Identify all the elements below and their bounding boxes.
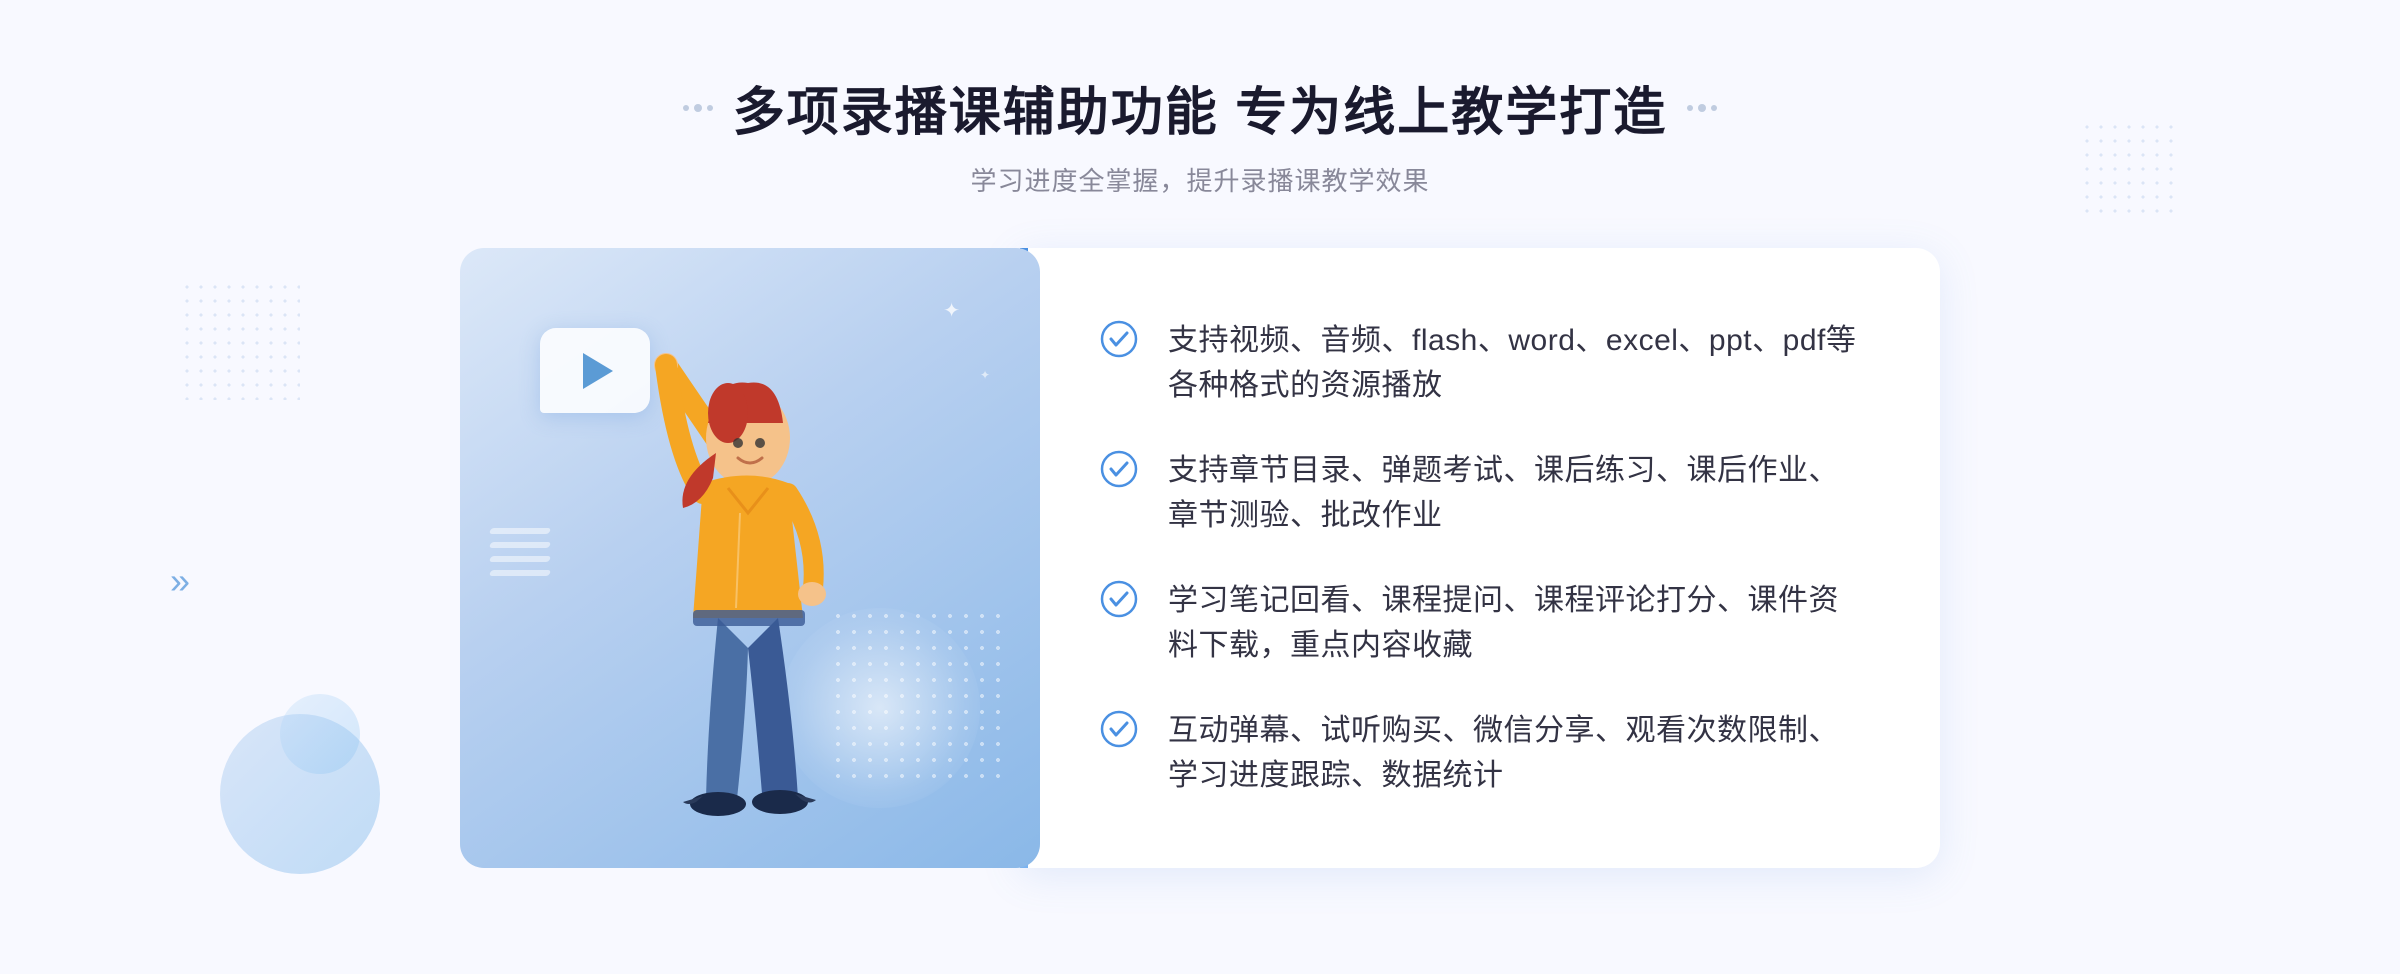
dots-decoration-right: [2080, 120, 2180, 220]
dot-1: [683, 105, 689, 111]
header-dot-group-right: [1687, 104, 1717, 112]
dot-5: [1698, 104, 1706, 112]
header-decorators: 多项录播课辅助功能 专为线上教学打造: [683, 70, 1717, 145]
check-icon-4: [1100, 710, 1138, 748]
header-section: 多项录播课辅助功能 专为线上教学打造 学习进度全掌握，提升录播课教学效果: [683, 70, 1717, 198]
check-icon-1: [1100, 320, 1138, 358]
star-decoration-1: ✦: [943, 298, 960, 323]
illustration-card: ✦ ✦: [460, 248, 1040, 868]
check-icon-2: [1100, 450, 1138, 488]
page-title: 多项录播课辅助功能 专为线上教学打造: [733, 70, 1667, 145]
main-content: ✦ ✦: [300, 248, 2100, 868]
dots-decoration-left: [180, 280, 300, 400]
chevron-decoration: »: [170, 560, 182, 602]
star-decoration-2: ✦: [980, 368, 990, 382]
dot-4: [1687, 105, 1693, 111]
feature-text-3: 学习笔记回看、课程提问、课程评论打分、课件资料下载，重点内容收藏: [1168, 578, 1860, 668]
stripe-1: [489, 528, 551, 534]
person-illustration: [588, 338, 948, 868]
check-icon-3: [1100, 580, 1138, 618]
dot-6: [1711, 105, 1717, 111]
dot-3: [707, 105, 713, 111]
stripe-4: [489, 570, 551, 576]
stripe-decoration: [490, 528, 550, 608]
page-subtitle: 学习进度全掌握，提升录播课教学效果: [683, 161, 1717, 198]
feature-item-3: 学习笔记回看、课程提问、课程评论打分、课件资料下载，重点内容收藏: [1100, 578, 1860, 668]
feature-item-1: 支持视频、音频、flash、word、excel、ppt、pdf等各种格式的资源…: [1100, 318, 1860, 408]
feature-text-1: 支持视频、音频、flash、word、excel、ppt、pdf等各种格式的资源…: [1168, 318, 1860, 408]
stripe-2: [489, 542, 551, 548]
feature-item-2: 支持章节目录、弹题考试、课后练习、课后作业、章节测验、批改作业: [1100, 448, 1860, 538]
features-panel: 支持视频、音频、flash、word、excel、ppt、pdf等各种格式的资源…: [1020, 248, 1940, 868]
dot-2: [694, 104, 702, 112]
feature-text-2: 支持章节目录、弹题考试、课后练习、课后作业、章节测验、批改作业: [1168, 448, 1860, 538]
header-dot-group-left: [683, 104, 713, 112]
page-container: » 多项录播课辅助功能 专为线上教学打造 学习进度全掌握，提升录播课教学效果: [0, 0, 2400, 974]
feature-text-4: 互动弹幕、试听购买、微信分享、观看次数限制、学习进度跟踪、数据统计: [1168, 708, 1860, 798]
stripe-3: [489, 556, 551, 562]
feature-item-4: 互动弹幕、试听购买、微信分享、观看次数限制、学习进度跟踪、数据统计: [1100, 708, 1860, 798]
